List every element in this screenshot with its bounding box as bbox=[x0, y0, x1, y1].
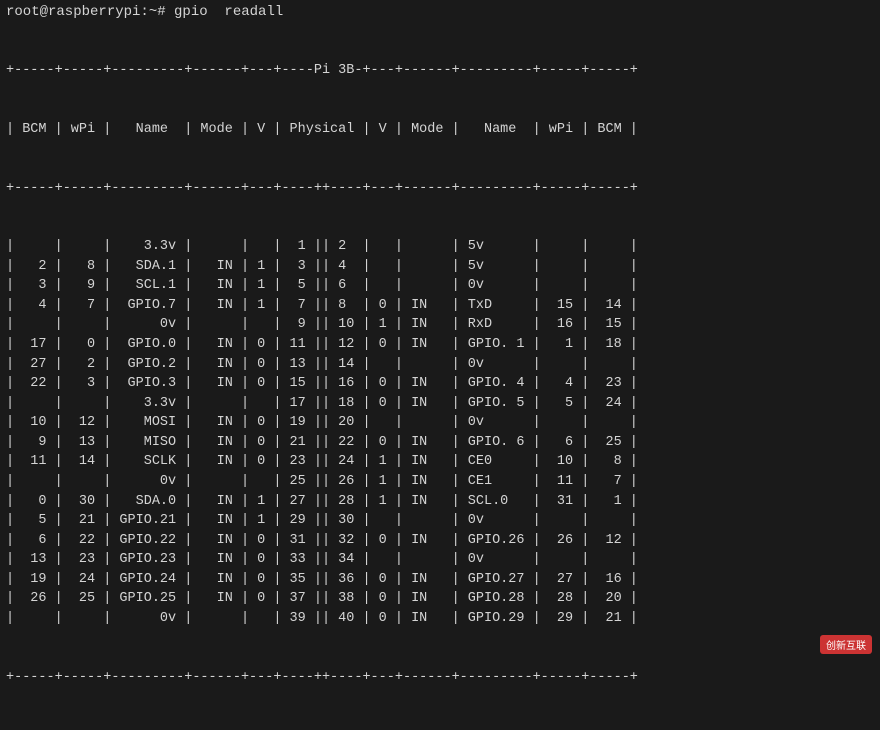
table-row: | 2 | 8 | SDA.1 | IN | 1 | 3 || 4 | | | … bbox=[6, 257, 874, 277]
prompt-line: root@raspberrypi:~# gpio readall bbox=[6, 4, 874, 20]
table-container: +-----+-----+---------+------+---+----Pi… bbox=[6, 22, 874, 726]
watermark: 创新互联 bbox=[820, 635, 872, 654]
table-row: | 22 | 3 | GPIO.3 | IN | 0 | 15 || 16 | … bbox=[6, 374, 874, 394]
table-row: | 3 | 9 | SCL.1 | IN | 1 | 5 || 6 | | | … bbox=[6, 276, 874, 296]
table-row: | 10 | 12 | MOSI | IN | 0 | 19 || 20 | |… bbox=[6, 413, 874, 433]
table-row: | 17 | 0 | GPIO.0 | IN | 0 | 11 || 12 | … bbox=[6, 335, 874, 355]
separator-top: +-----+-----+---------+------+---+----Pi… bbox=[6, 61, 874, 81]
table-row: | 0 | 30 | SDA.0 | IN | 1 | 27 || 28 | 1… bbox=[6, 492, 874, 512]
terminal: root@raspberrypi:~# gpio readall +-----+… bbox=[0, 0, 880, 730]
header-row: | BCM | wPi | Name | Mode | V | Physical… bbox=[6, 120, 874, 140]
separator-mid: +-----+-----+---------+------+---+----++… bbox=[6, 179, 874, 199]
table-row: | | | 0v | | | 9 || 10 | 1 | IN | RxD | … bbox=[6, 315, 874, 335]
table-row: | 13 | 23 | GPIO.23 | IN | 0 | 33 || 34 … bbox=[6, 550, 874, 570]
separator-bot: +-----+-----+---------+------+---+----++… bbox=[6, 668, 874, 688]
table-row: | 26 | 25 | GPIO.25 | IN | 0 | 37 || 38 … bbox=[6, 589, 874, 609]
table-row: | 9 | 13 | MISO | IN | 0 | 21 || 22 | 0 … bbox=[6, 433, 874, 453]
table-row: | 27 | 2 | GPIO.2 | IN | 0 | 13 || 14 | … bbox=[6, 355, 874, 375]
table-row: | 19 | 24 | GPIO.24 | IN | 0 | 35 || 36 … bbox=[6, 570, 874, 590]
table-row: | 5 | 21 | GPIO.21 | IN | 1 | 29 || 30 |… bbox=[6, 511, 874, 531]
table-row: | | | 0v | | | 39 || 40 | 0 | IN | GPIO.… bbox=[6, 609, 874, 629]
table-row: | 11 | 14 | SCLK | IN | 0 | 23 || 24 | 1… bbox=[6, 452, 874, 472]
table-row: | | | 3.3v | | | 1 || 2 | | | 5v | | | bbox=[6, 237, 874, 257]
table-row: | 4 | 7 | GPIO.7 | IN | 1 | 7 || 8 | 0 |… bbox=[6, 296, 874, 316]
table-row: | | | 0v | | | 25 || 26 | 1 | IN | CE1 |… bbox=[6, 472, 874, 492]
table-rows: | | | 3.3v | | | 1 || 2 | | | 5v | | || … bbox=[6, 237, 874, 628]
table-row: | | | 3.3v | | | 17 || 18 | 0 | IN | GPI… bbox=[6, 394, 874, 414]
table-row: | 6 | 22 | GPIO.22 | IN | 0 | 31 || 32 |… bbox=[6, 531, 874, 551]
